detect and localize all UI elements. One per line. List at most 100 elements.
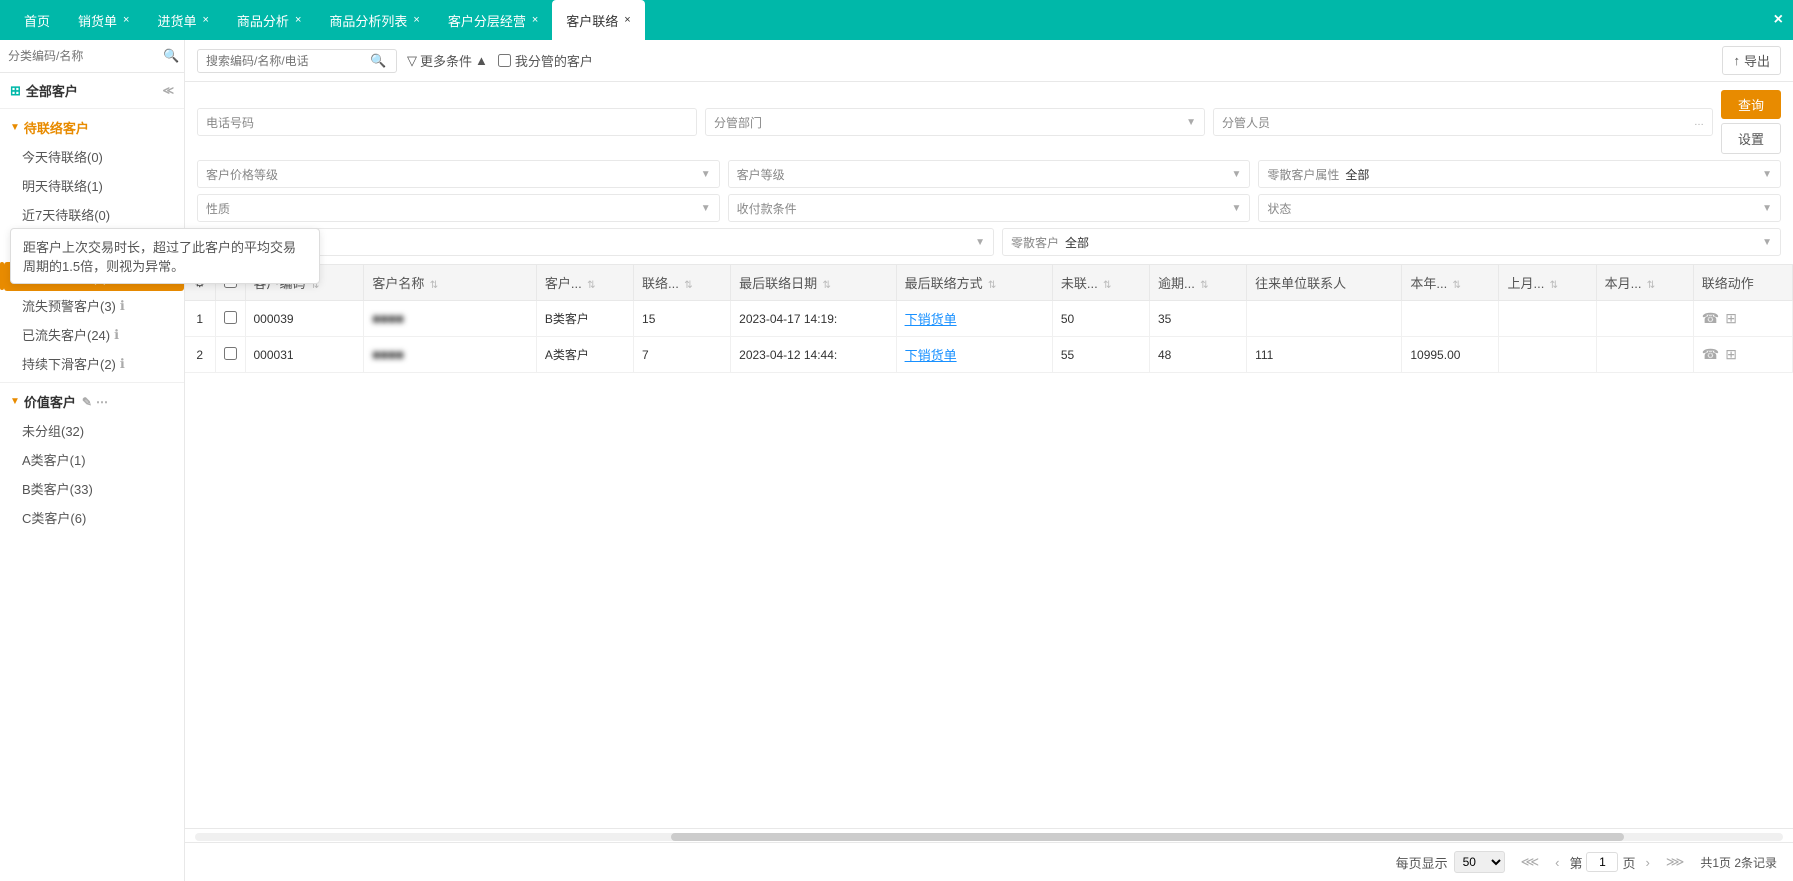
close-purchase-tab[interactable]: ×: [202, 14, 208, 26]
filter-search-icon[interactable]: 🔍: [370, 53, 386, 69]
row1-action: ☎ ⊞: [1693, 301, 1792, 337]
more-conditions-btn[interactable]: ▽ 更多条件 ▲: [407, 51, 488, 70]
phone-input[interactable]: [260, 115, 688, 129]
filter-search-input[interactable]: [206, 54, 366, 68]
row2-more-icon[interactable]: ⊞: [1725, 346, 1737, 363]
advanced-filter: 电话号码 分管部门 ▼ 分管人员 … 查询 设置 客户价格等级: [185, 82, 1793, 265]
person-more[interactable]: …: [1694, 117, 1704, 128]
next-page-btn[interactable]: ›: [1639, 853, 1655, 872]
first-page-btn[interactable]: ⋘: [1515, 852, 1546, 872]
retail-field[interactable]: 零散客户 全部 ▼: [1002, 228, 1781, 256]
value-customers-section[interactable]: ▼ 价值客户 ✎ ⋯: [0, 387, 184, 416]
customer-level-field[interactable]: 客户等级 ▼: [728, 160, 1251, 188]
sidebar-item-tomorrow[interactable]: 明天待联络(1): [0, 171, 184, 200]
filter-icon: ▽: [407, 53, 417, 69]
row2-overdue: 48: [1149, 337, 1246, 373]
customer-type-field[interactable]: 客户类型 ▼: [215, 228, 994, 256]
grid-icon: ⊞: [10, 83, 21, 99]
price-level-field[interactable]: 客户价格等级 ▼: [197, 160, 720, 188]
more-icon[interactable]: ⋯: [96, 395, 108, 409]
sidebar-item-today[interactable]: 今天待联络(0): [0, 142, 184, 171]
sort-last-month-icon[interactable]: ⇅: [1550, 280, 1558, 291]
last-page-btn[interactable]: ⋙: [1660, 852, 1691, 872]
sort-unpaid-icon[interactable]: ⇅: [1103, 280, 1111, 291]
sidebar-search-input[interactable]: [8, 49, 163, 63]
row1-last-type[interactable]: 下销货单: [896, 301, 1052, 337]
triangle-icon: ▼: [10, 122, 20, 133]
close-contact-tab[interactable]: ×: [624, 14, 630, 26]
sidebar-item-7days[interactable]: 近7天待联络(0): [0, 200, 184, 229]
th-name: 客户名称 ⇅: [364, 265, 536, 301]
page-input[interactable]: [1586, 852, 1618, 872]
scroll-thumb[interactable]: [671, 833, 1624, 841]
tab-purchase[interactable]: 进货单 ×: [143, 0, 222, 40]
th-this-year: 本年... ⇅: [1402, 265, 1499, 301]
prev-page-btn[interactable]: ‹: [1549, 853, 1565, 872]
sidebar: 🔍 ⊞ 全部客户 ≪ ▼ 待联络客户 今天待联络(0) 明天待联络(1): [0, 40, 185, 881]
row2-num: 2: [185, 337, 215, 373]
sort-this-month-icon[interactable]: ⇅: [1647, 280, 1655, 291]
pending-contact-group-title[interactable]: ▼ 待联络客户: [0, 113, 184, 142]
table-row: 1 000039 ■■■■ B类客户 15 2023-04-17 14:19: …: [185, 301, 1793, 337]
tab-product-analysis-list[interactable]: 商品分析列表 ×: [315, 0, 433, 40]
tab-sales[interactable]: 销货单 ×: [64, 0, 143, 40]
close-product-list-tab[interactable]: ×: [413, 14, 419, 26]
sort-type-icon[interactable]: ⇅: [988, 280, 996, 291]
sort-category-icon[interactable]: ⇅: [587, 280, 595, 291]
close-all-tabs[interactable]: ×: [1774, 11, 1783, 29]
th-last-month: 上月... ⇅: [1499, 265, 1596, 301]
sidebar-item-c-class[interactable]: C类客户(6): [0, 503, 184, 532]
payment-field[interactable]: 收付款条件 ▼: [728, 194, 1251, 222]
info-icon-lost[interactable]: ℹ: [120, 298, 125, 314]
close-product-analysis-tab[interactable]: ×: [295, 14, 301, 26]
tab-home[interactable]: 首页: [10, 0, 64, 40]
row2-last-type[interactable]: 下销货单: [896, 337, 1052, 373]
status-field[interactable]: 状态 ▼: [1258, 194, 1781, 222]
horizontal-scroll[interactable]: [185, 828, 1793, 842]
tab-customer-contact[interactable]: 客户联络 ×: [552, 0, 644, 40]
dept-field[interactable]: 分管部门 ▼: [705, 108, 1205, 136]
row1-checkbox[interactable]: [215, 301, 245, 337]
edit-icon[interactable]: ✎: [82, 395, 92, 409]
sidebar-item-unclassified[interactable]: 未分组(32): [0, 416, 184, 445]
sort-year-icon[interactable]: ⇅: [1453, 280, 1461, 291]
query-button[interactable]: 查询: [1721, 90, 1781, 119]
all-customers-title[interactable]: ⊞ 全部客户 ≪: [0, 73, 184, 109]
row1-overdue: 35: [1149, 301, 1246, 337]
row2-category: A类客户: [536, 337, 633, 373]
collapse-all-customers[interactable]: ≪: [162, 84, 174, 97]
export-button[interactable]: ↑ 导出: [1722, 46, 1781, 75]
row1-contact: 15: [634, 301, 731, 337]
tab-product-analysis[interactable]: 商品分析 ×: [223, 0, 315, 40]
retail-attr-field[interactable]: 零散客户属性 全部 ▼: [1258, 160, 1781, 188]
sidebar-item-b-class[interactable]: B类客户(33): [0, 474, 184, 503]
info-icon-declining[interactable]: ℹ: [120, 356, 125, 372]
row1-action-icons: ☎ ⊞: [1702, 310, 1784, 327]
my-customers-checkbox[interactable]: [498, 54, 511, 67]
sidebar-item-lost-warning[interactable]: 流失预警客户(3) ℹ: [0, 291, 184, 320]
close-sales-tab[interactable]: ×: [123, 14, 129, 26]
info-icon-already-lost[interactable]: ℹ: [114, 327, 119, 343]
sort-contact-icon[interactable]: ⇅: [684, 280, 692, 291]
row2-checkbox[interactable]: [215, 337, 245, 373]
close-segment-tab[interactable]: ×: [532, 14, 538, 26]
person-field[interactable]: 分管人员 …: [1213, 108, 1713, 136]
sort-overdue-icon[interactable]: ⇅: [1200, 280, 1208, 291]
row1-more-icon[interactable]: ⊞: [1725, 310, 1737, 327]
sidebar-item-declining[interactable]: 持续下滑客户(2) ℹ: [0, 349, 184, 378]
setting-button[interactable]: 设置: [1721, 123, 1781, 154]
row2-phone-icon[interactable]: ☎: [1702, 346, 1719, 363]
filter-row-3: 性质 ▼ 收付款条件 ▼ 状态 ▼: [197, 194, 1781, 222]
tab-customer-segment[interactable]: 客户分层经营 ×: [434, 0, 552, 40]
row1-phone-icon[interactable]: ☎: [1702, 310, 1719, 327]
sidebar-item-lost[interactable]: 已流失客户(24) ℹ: [0, 320, 184, 349]
per-page-select[interactable]: 50 20 100: [1454, 851, 1505, 873]
sort-name-icon[interactable]: ⇅: [430, 280, 438, 291]
sidebar-item-a-class[interactable]: A类客户(1): [0, 445, 184, 474]
table-row: 2 000031 ■■■■ A类客户 7 2023-04-12 14:44: 下…: [185, 337, 1793, 373]
sidebar-search-icon[interactable]: 🔍: [163, 48, 179, 64]
filter-search-box: 🔍: [197, 49, 397, 73]
phone-field[interactable]: 电话号码: [197, 108, 697, 136]
sort-date-icon[interactable]: ⇅: [823, 280, 831, 291]
gender-field[interactable]: 性质 ▼: [197, 194, 720, 222]
